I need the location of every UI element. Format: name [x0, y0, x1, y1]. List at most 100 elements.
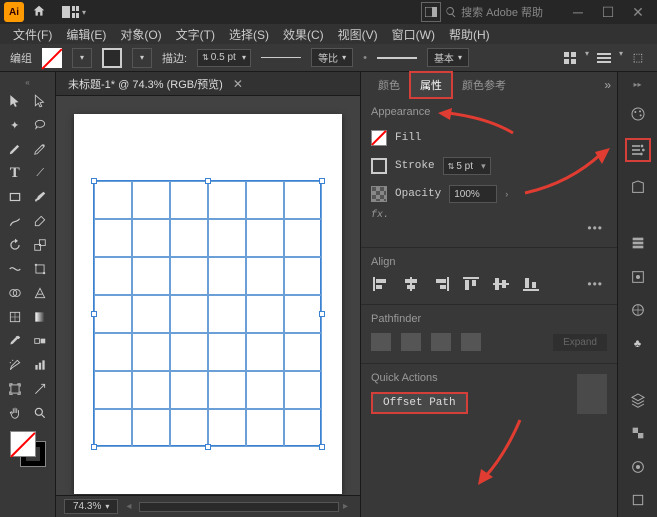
rotate-tool-icon[interactable]: [2, 233, 28, 257]
tab-properties[interactable]: 属性: [409, 71, 453, 99]
opacity-swatch-icon[interactable]: [371, 186, 387, 202]
stroke-weight-panel-input[interactable]: ⇅5 pt▾: [443, 157, 491, 175]
hand-tool-icon[interactable]: [2, 401, 28, 425]
artboard[interactable]: [74, 114, 342, 494]
search-box[interactable]: 搜索 Adobe 帮助: [445, 4, 543, 20]
lasso-tool-icon[interactable]: [28, 113, 54, 137]
layers-panel-icon[interactable]: [625, 391, 651, 408]
fx-button[interactable]: fx.: [371, 210, 607, 221]
swatches-panel-icon[interactable]: [625, 178, 651, 195]
menu-view[interactable]: 视图(V): [331, 26, 385, 43]
brush-dropdown[interactable]: 基本 ▾: [427, 48, 469, 67]
align-right-icon[interactable]: [431, 276, 451, 292]
variable-width-icon[interactable]: [261, 57, 301, 58]
pf-intersect-icon[interactable]: [431, 333, 451, 351]
pf-exclude-icon[interactable]: [461, 333, 481, 351]
align-left-icon[interactable]: [371, 276, 391, 292]
align-h-center-icon[interactable]: [401, 276, 421, 292]
tab-color-guide[interactable]: 颜色参考: [453, 73, 515, 97]
menu-edit[interactable]: 编辑(E): [59, 26, 113, 43]
close-button[interactable]: ✕: [623, 2, 653, 22]
paintbrush-tool-icon[interactable]: [28, 185, 54, 209]
eraser-tool-icon[interactable]: [28, 209, 54, 233]
align-top-icon[interactable]: [461, 276, 481, 292]
gradient-panel-icon[interactable]: ♣: [625, 335, 651, 352]
perspective-tool-icon[interactable]: [28, 281, 54, 305]
symbol-sprayer-tool-icon[interactable]: [2, 353, 28, 377]
stroke-swatch-icon[interactable]: [102, 48, 122, 68]
color-palette-icon[interactable]: [625, 105, 651, 122]
expand-button[interactable]: Expand: [553, 334, 607, 351]
stroke-swatch-panel-icon[interactable]: [371, 158, 387, 174]
properties-panel-icon[interactable]: [625, 138, 651, 162]
zoom-dropdown[interactable]: 74.3%▾: [64, 499, 118, 514]
opacity-input[interactable]: 100%: [449, 185, 497, 203]
selected-grid-object[interactable]: [93, 180, 321, 446]
align-more-icon[interactable]: •••: [587, 277, 607, 291]
tab-color[interactable]: 颜色: [369, 73, 409, 97]
direct-select-tool-icon[interactable]: [28, 89, 54, 113]
mesh-tool-icon[interactable]: [2, 305, 28, 329]
appearance-panel-icon[interactable]: [625, 458, 651, 475]
canvas-viewport[interactable]: [56, 96, 360, 495]
eyedropper-tool-icon[interactable]: [2, 329, 28, 353]
transparency-panel-icon[interactable]: [625, 425, 651, 442]
gradient-tool-icon[interactable]: [28, 305, 54, 329]
scale-tool-icon[interactable]: [28, 233, 54, 257]
rectangle-tool-icon[interactable]: [2, 185, 28, 209]
stroke-panel-icon[interactable]: [625, 302, 651, 319]
shaper-tool-icon[interactable]: [2, 209, 28, 233]
shape-builder-tool-icon[interactable]: [2, 281, 28, 305]
stroke-weight-input[interactable]: ⇅0.5 pt▾: [197, 49, 251, 67]
align-v-center-icon[interactable]: [491, 276, 511, 292]
menu-help[interactable]: 帮助(H): [442, 26, 497, 43]
fill-swatch-icon[interactable]: [371, 130, 387, 146]
artboard-tool-icon[interactable]: [2, 377, 28, 401]
type-tool-icon[interactable]: T: [2, 161, 28, 185]
zoom-tool-icon[interactable]: [28, 401, 54, 425]
minimize-button[interactable]: ─: [563, 2, 593, 22]
offset-path-button[interactable]: Offset Path: [371, 392, 468, 414]
curvature-tool-icon[interactable]: [28, 137, 54, 161]
arrange-docs-icon[interactable]: ▾: [62, 2, 86, 22]
brushes-panel-icon[interactable]: [625, 235, 651, 252]
menu-file[interactable]: 文件(F): [6, 26, 59, 43]
home-icon[interactable]: [32, 4, 46, 21]
line-tool-icon[interactable]: ⟋: [28, 161, 54, 185]
magic-wand-tool-icon[interactable]: ✦: [2, 113, 28, 137]
symbols-panel-icon[interactable]: [625, 268, 651, 285]
menu-select[interactable]: 选择(S): [222, 26, 276, 43]
graphic-styles-panel-icon[interactable]: [625, 492, 651, 509]
menu-effect[interactable]: 效果(C): [276, 26, 331, 43]
width-tool-icon[interactable]: [2, 257, 28, 281]
fill-stroke-control[interactable]: [10, 431, 46, 467]
screen-mode-icon[interactable]: [421, 2, 441, 22]
pen-tool-icon[interactable]: [2, 137, 28, 161]
maximize-button[interactable]: ☐: [593, 2, 623, 22]
brush-stroke-icon[interactable]: [377, 57, 417, 59]
shape-mode-icon[interactable]: ⬚: [629, 49, 647, 67]
panel-expand-icon[interactable]: »: [604, 78, 609, 92]
align-icon[interactable]: [595, 49, 613, 67]
pf-minus-front-icon[interactable]: [401, 333, 421, 351]
blend-tool-icon[interactable]: [28, 329, 54, 353]
fill-swatch[interactable]: [42, 48, 62, 68]
menu-window[interactable]: 窗口(W): [385, 26, 442, 43]
free-transform-tool-icon[interactable]: [28, 257, 54, 281]
pf-unite-icon[interactable]: [371, 333, 391, 351]
document-tab[interactable]: 未标题-1* @ 74.3% (RGB/预览)✕: [56, 72, 360, 96]
opacity-chevron-icon[interactable]: ›: [505, 189, 508, 199]
graph-tool-icon[interactable]: [28, 353, 54, 377]
width-profile-dropdown[interactable]: 等比 ▾: [311, 48, 353, 67]
appearance-more-icon[interactable]: •••: [371, 221, 607, 235]
fill-dropdown-icon[interactable]: ▾: [72, 48, 92, 68]
align-bottom-icon[interactable]: [521, 276, 541, 292]
fill-color-icon[interactable]: [10, 431, 36, 457]
menu-text[interactable]: 文字(T): [169, 26, 222, 43]
horizontal-scrollbar[interactable]: [139, 502, 339, 512]
selection-tool-icon[interactable]: [2, 89, 28, 113]
stroke-dropdown-icon[interactable]: ▾: [132, 48, 152, 68]
opacity-style-icon[interactable]: [561, 49, 579, 67]
close-tab-icon[interactable]: ✕: [233, 77, 243, 91]
slice-tool-icon[interactable]: [28, 377, 54, 401]
